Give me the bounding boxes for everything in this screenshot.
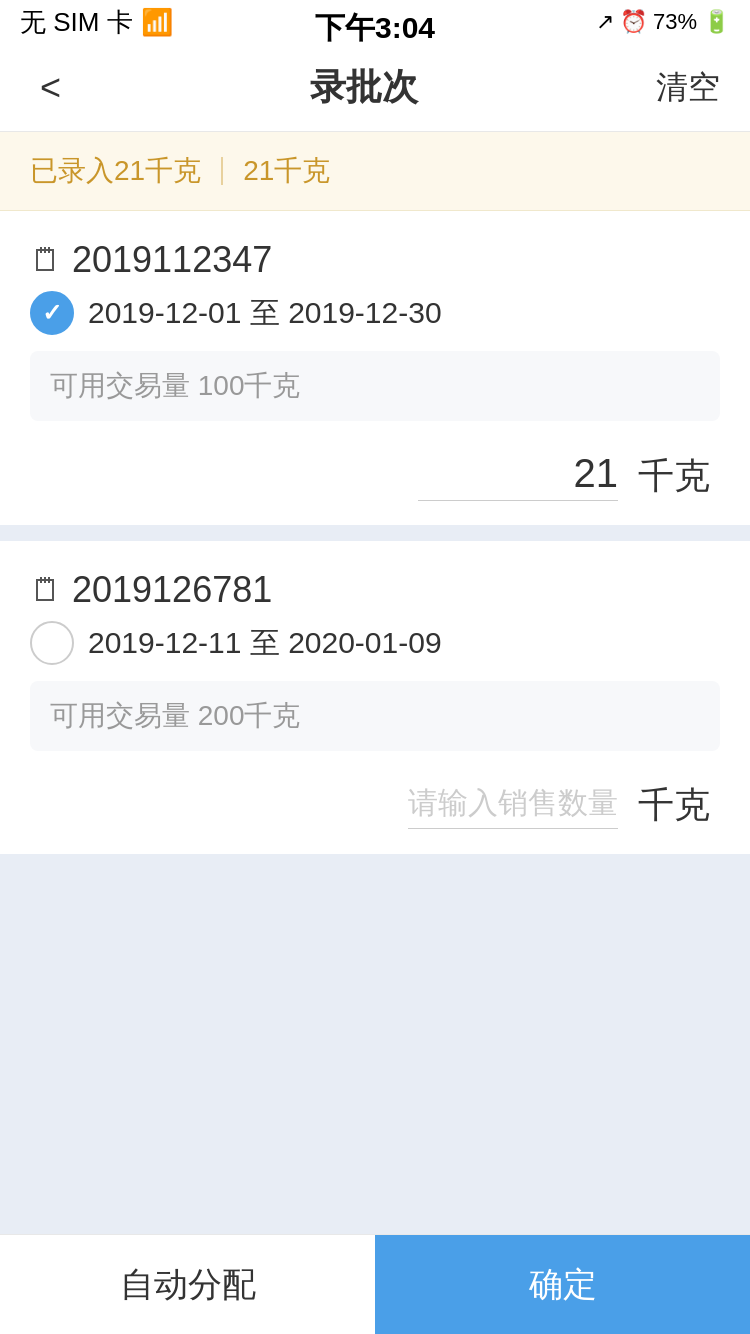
amount-value-1: 21: [574, 451, 619, 496]
wifi-icon: 📶: [141, 7, 173, 38]
batch-card-1: 🗒 2019112347 2019-12-01 至 2019-12-30 可用交…: [0, 211, 750, 525]
amount-row-2[interactable]: 请输入销售数量 千克: [0, 761, 750, 854]
batch-quota-1: 可用交易量 100千克: [30, 351, 720, 421]
clear-button[interactable]: 清空: [656, 66, 720, 110]
nav-bar: < 录批次 清空: [0, 44, 750, 132]
batch-card-2: 🗒 2019126781 2019-12-11 至 2020-01-09 可用交…: [0, 541, 750, 854]
batch-number-1: 2019112347: [72, 239, 272, 281]
amount-row-1: 21 千克: [0, 431, 750, 525]
batch-quota-2: 可用交易量 200千克: [30, 681, 720, 751]
status-left: 无 SIM 卡 📶: [20, 5, 173, 40]
auto-distribute-button[interactable]: 自动分配: [0, 1235, 375, 1334]
content-area: 🗒 2019112347 2019-12-01 至 2019-12-30 可用交…: [0, 211, 750, 1334]
batch-icon-1: 🗒: [30, 242, 62, 279]
back-button[interactable]: <: [30, 57, 71, 119]
location-icon: ↗: [596, 9, 614, 35]
batch-header-2: 🗒 2019126781: [0, 541, 750, 621]
status-right: ↗ ⏰ 73% 🔋: [596, 9, 730, 35]
carrier-text: 无 SIM 卡: [20, 5, 133, 40]
amount-unit-2: 千克: [638, 781, 710, 830]
confirm-button[interactable]: 确定: [375, 1235, 750, 1334]
radio-select-2[interactable]: [30, 621, 74, 665]
amount-underline-1[interactable]: 21: [418, 451, 618, 501]
batch-date-1: 2019-12-01 至 2019-12-30: [88, 293, 442, 334]
section-separator-1: [0, 525, 750, 541]
batch-date-row-1: 2019-12-01 至 2019-12-30: [0, 291, 750, 351]
battery-icon: 🔋: [703, 9, 730, 35]
status-time: 下午3:04: [315, 8, 435, 49]
batch-quota-text-2: 可用交易量 200千克: [50, 700, 301, 731]
battery-text: 73%: [653, 9, 697, 35]
bottom-bar: 自动分配 确定: [0, 1234, 750, 1334]
batch-quota-text-1: 可用交易量 100千克: [50, 370, 301, 401]
batch-icon-2: 🗒: [30, 572, 62, 609]
batch-date-2: 2019-12-11 至 2020-01-09: [88, 623, 442, 664]
summary-bar: 已录入21千克 21千克: [0, 132, 750, 211]
alarm-icon: ⏰: [620, 9, 647, 35]
amount-unit-1: 千克: [638, 452, 710, 501]
summary-divider: [221, 157, 223, 185]
batch-header-1: 🗒 2019112347: [0, 211, 750, 291]
radio-select-1[interactable]: [30, 291, 74, 335]
page-title: 录批次: [310, 63, 418, 112]
summary-total: 21千克: [243, 152, 330, 190]
status-bar: 无 SIM 卡 📶 下午3:04 ↗ ⏰ 73% 🔋: [0, 0, 750, 44]
summary-recorded: 已录入21千克: [30, 152, 201, 190]
amount-placeholder-2: 请输入销售数量: [408, 783, 618, 824]
batch-number-2: 2019126781: [72, 569, 272, 611]
amount-underline-2[interactable]: 请输入销售数量: [408, 783, 618, 829]
batch-date-row-2: 2019-12-11 至 2020-01-09: [0, 621, 750, 681]
